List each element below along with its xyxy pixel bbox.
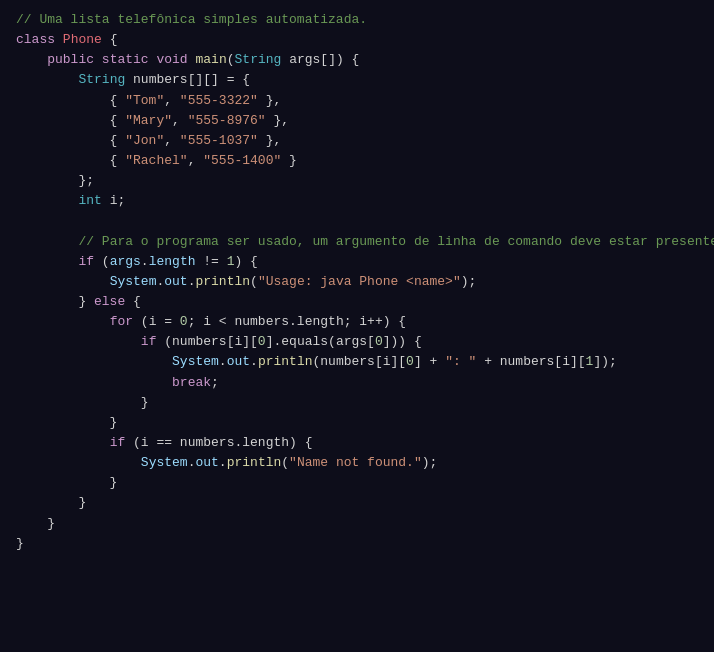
method-println-1: println (195, 274, 250, 289)
line-9: }; (16, 171, 698, 191)
number-1: 1 (227, 254, 235, 269)
var-args: args (110, 254, 141, 269)
line-15: } else { (16, 292, 698, 312)
keyword-if-3: if (110, 435, 126, 450)
line-3: public static void main(String args[]) { (16, 50, 698, 70)
number-0-for: 0 (180, 314, 188, 329)
line-16: for (i = 0; i < numbers.length; i++) { (16, 312, 698, 332)
line-4: String numbers[][] = { (16, 70, 698, 90)
line-1: // Uma lista telefônica simples automati… (16, 10, 698, 30)
string-not-found: "Name not found." (289, 455, 422, 470)
class-name: Phone (63, 32, 102, 47)
code-editor: // Uma lista telefônica simples automati… (0, 0, 714, 652)
line-21: } (16, 413, 698, 433)
keyword-else: else (94, 294, 125, 309)
keyword-public: public (47, 52, 94, 67)
line-19: break; (16, 373, 698, 393)
method-main: main (196, 52, 227, 67)
string-555-1037: "555-1037" (180, 133, 258, 148)
var-system-2: System (172, 354, 219, 369)
string-rachel: "Rachel" (125, 153, 187, 168)
keyword-class: class (16, 32, 55, 47)
line-11 (16, 211, 698, 231)
line-25: } (16, 493, 698, 513)
line-18: System.out.println(numbers[i][0] + ": " … (16, 352, 698, 372)
keyword-void: void (156, 52, 187, 67)
string-jon: "Jon" (125, 133, 164, 148)
keyword-if-2: if (141, 334, 157, 349)
var-out-2: out (227, 354, 250, 369)
string-555-3322: "555-3322" (180, 93, 258, 108)
keyword-static: static (102, 52, 149, 67)
var-out: out (164, 274, 187, 289)
line-17: if (numbers[i][0].equals(args[0])) { (16, 332, 698, 352)
line-12: // Para o programa ser usado, um argumen… (16, 232, 698, 252)
string-555-1400: "555-1400" (203, 153, 281, 168)
comment-1: // Uma lista telefônica simples automati… (16, 12, 367, 27)
keyword-for: for (110, 314, 133, 329)
line-5: { "Tom", "555-3322" }, (16, 91, 698, 111)
keyword-break: break (172, 375, 211, 390)
line-24: } (16, 473, 698, 493)
line-13: if (args.length != 1) { (16, 252, 698, 272)
var-system: System (110, 274, 157, 289)
method-println-2: println (258, 354, 313, 369)
line-2: class Phone { (16, 30, 698, 50)
string-usage: "Usage: java Phone <name>" (258, 274, 461, 289)
number-0-args: 0 (375, 334, 383, 349)
keyword-if: if (78, 254, 94, 269)
line-10: int i; (16, 191, 698, 211)
line-8: { "Rachel", "555-1400" } (16, 151, 698, 171)
keyword-int: int (78, 193, 101, 208)
number-0-idx: 0 (258, 334, 266, 349)
comment-2: // Para o programa ser usado, um argumen… (78, 234, 714, 249)
type-string2: String (78, 72, 125, 87)
var-length: length (149, 254, 196, 269)
line-27: } (16, 534, 698, 554)
number-0-idx2: 0 (406, 354, 414, 369)
string-colon: ": " (445, 354, 476, 369)
method-println-3: println (227, 455, 282, 470)
string-555-8976: "555-8976" (188, 113, 266, 128)
string-tom: "Tom" (125, 93, 164, 108)
string-mary: "Mary" (125, 113, 172, 128)
line-20: } (16, 393, 698, 413)
line-6: { "Mary", "555-8976" }, (16, 111, 698, 131)
line-7: { "Jon", "555-1037" }, (16, 131, 698, 151)
line-26: } (16, 514, 698, 534)
var-system-3: System (141, 455, 188, 470)
type-string: String (235, 52, 282, 67)
line-23: System.out.println("Name not found."); (16, 453, 698, 473)
var-out-3: out (195, 455, 218, 470)
line-14: System.out.println("Usage: java Phone <n… (16, 272, 698, 292)
line-22: if (i == numbers.length) { (16, 433, 698, 453)
